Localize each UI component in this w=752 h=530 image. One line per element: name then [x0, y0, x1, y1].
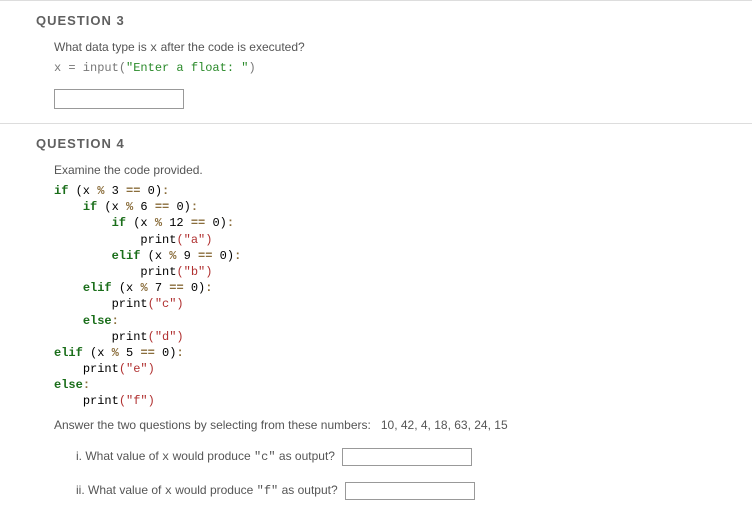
q4-code-block: if (x % 3 == 0): if (x % 6 == 0): if (x …: [54, 183, 752, 410]
q3-prompt-pre: What data type is: [54, 40, 150, 54]
q3-heading: QUESTION 3: [36, 13, 752, 28]
q3-prompt: What data type is x after the code is ex…: [54, 40, 752, 55]
q4-sub2: ii. What value of x would produce "f" as…: [76, 482, 752, 500]
q3-code-pre: x = input: [54, 61, 119, 75]
q4-numbers: 10, 42, 4, 18, 63, 24, 15: [381, 418, 508, 432]
q4-sub2-label: ii. What value of x would produce "f" as…: [76, 483, 338, 498]
q3-answer-input[interactable]: [54, 89, 184, 109]
q4-sub1: i. What value of x would produce "c" as …: [76, 448, 752, 466]
q3-code-close: ): [248, 61, 255, 75]
q4-numbers-line: Answer the two questions by selecting fr…: [54, 418, 752, 432]
q4-sub2-input[interactable]: [345, 482, 475, 500]
q4-sub1-input[interactable]: [342, 448, 472, 466]
question-3: QUESTION 3 What data type is x after the…: [0, 1, 752, 123]
question-4: QUESTION 4 Examine the code provided. if…: [0, 124, 752, 530]
q3-code-open: (: [119, 61, 126, 75]
q3-code-str: "Enter a float: ": [126, 61, 248, 75]
q4-heading: QUESTION 4: [36, 136, 752, 151]
q4-answer-pre: Answer the two questions by selecting fr…: [54, 418, 371, 432]
q3-code: x = input("Enter a float: "): [54, 61, 752, 75]
q4-prompt: Examine the code provided.: [54, 163, 752, 177]
q3-prompt-post: after the code is executed?: [157, 40, 304, 54]
q4-sub1-label: i. What value of x would produce "c" as …: [76, 449, 335, 464]
